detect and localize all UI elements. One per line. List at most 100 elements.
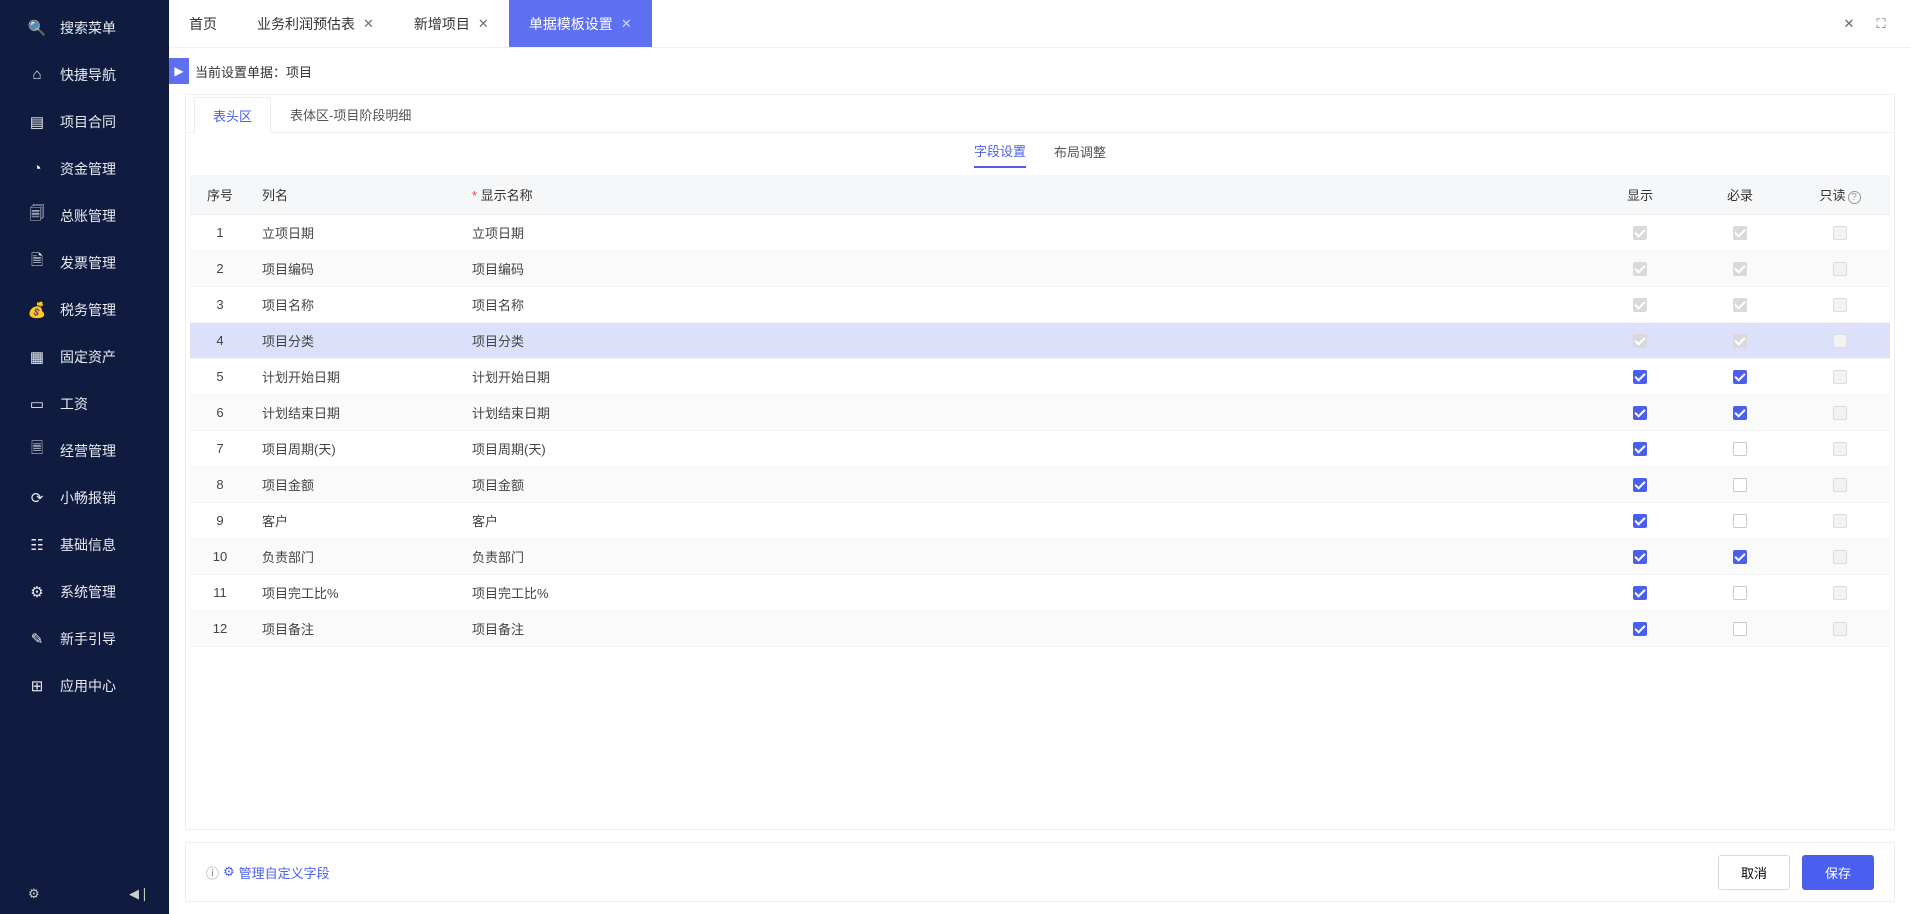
cell-readonly	[1790, 467, 1890, 503]
checkbox[interactable]	[1733, 442, 1747, 456]
sidebar-item-2[interactable]: ▤项目合同	[0, 98, 169, 145]
table-row[interactable]: 11项目完工比%项目完工比%	[190, 575, 1890, 611]
table-row[interactable]: 5计划开始日期计划开始日期	[190, 359, 1890, 395]
cell-seq: 2	[190, 251, 250, 287]
checkbox[interactable]	[1633, 442, 1647, 456]
close-icon[interactable]: ✕	[478, 16, 489, 32]
checkbox[interactable]	[1733, 406, 1747, 420]
close-icon[interactable]: ✕	[621, 16, 632, 32]
tab-1[interactable]: 业务利润预估表✕	[237, 0, 394, 47]
cell-display[interactable]: 立项日期	[460, 215, 1590, 251]
sub-tab-0[interactable]: 字段设置	[974, 141, 1026, 168]
manage-custom-fields-link[interactable]: ⚙管理自定义字段	[223, 863, 330, 882]
cell-show	[1590, 287, 1690, 323]
tab-3[interactable]: 单据模板设置✕	[509, 0, 652, 47]
sidebar-item-12[interactable]: ⚙系统管理	[0, 568, 169, 615]
checkbox[interactable]	[1733, 622, 1747, 636]
collapse-icon[interactable]: ◀❘	[129, 886, 145, 902]
sidebar-icon: 🗎	[28, 254, 46, 272]
checkbox[interactable]	[1733, 478, 1747, 492]
tab-0[interactable]: 首页	[169, 0, 237, 47]
cell-display[interactable]: 计划结束日期	[460, 395, 1590, 431]
cell-readonly	[1790, 575, 1890, 611]
sidebar: 🔍搜索菜单⌂快捷导航▤项目合同◔资金管理🗐总账管理 🗎 发票管理 💰税务管理▦固定资产…	[0, 0, 169, 914]
checkbox[interactable]	[1733, 370, 1747, 384]
table-row[interactable]: 1立项日期立项日期	[190, 215, 1890, 251]
save-button[interactable]: 保存	[1802, 855, 1874, 890]
sidebar-icon: ☷	[28, 536, 46, 554]
sidebar-item-5[interactable]: 🗎 发票管理	[0, 239, 169, 286]
close-icon[interactable]: ✕	[363, 16, 374, 32]
table-row[interactable]: 4项目分类项目分类	[190, 323, 1890, 359]
sidebar-item-label: 发票管理	[60, 253, 116, 273]
cell-display[interactable]: 项目金额	[460, 467, 1590, 503]
sidebar-item-10[interactable]: ⟳小畅报销	[0, 474, 169, 521]
cancel-button[interactable]: 取消	[1718, 855, 1790, 890]
cell-readonly	[1790, 503, 1890, 539]
panel-tab-1[interactable]: 表体区-项目阶段明细	[271, 96, 430, 132]
checkbox[interactable]	[1633, 406, 1647, 420]
checkbox	[1733, 262, 1747, 276]
table-row[interactable]: 8项目金额项目金额	[190, 467, 1890, 503]
checkbox[interactable]	[1633, 550, 1647, 564]
checkbox[interactable]	[1633, 478, 1647, 492]
cell-name: 立项日期	[250, 215, 460, 251]
table-row[interactable]: 7项目周期(天)项目周期(天)	[190, 431, 1890, 467]
close-all-icon[interactable]: ✕	[1835, 10, 1863, 38]
sidebar-item-6[interactable]: 💰税务管理	[0, 286, 169, 333]
cell-display[interactable]: 项目完工比%	[460, 575, 1590, 611]
sidebar-item-label: 税务管理	[60, 300, 116, 320]
sidebar-item-9[interactable]: 🗏经营管理	[0, 427, 169, 474]
cell-show	[1590, 575, 1690, 611]
cell-required	[1690, 539, 1790, 575]
table-row[interactable]: 3项目名称项目名称	[190, 287, 1890, 323]
checkbox[interactable]	[1733, 550, 1747, 564]
sidebar-item-8[interactable]: ▭工资	[0, 380, 169, 427]
table-row[interactable]: 12项目备注项目备注	[190, 611, 1890, 647]
cell-readonly	[1790, 359, 1890, 395]
sidebar-item-13[interactable]: ✎新手引导	[0, 615, 169, 662]
checkbox	[1833, 370, 1847, 384]
sidebar-item-label: 固定资产	[60, 347, 116, 367]
cell-display[interactable]: 项目名称	[460, 287, 1590, 323]
settings-icon[interactable]: ⚙	[28, 886, 44, 902]
table-row[interactable]: 2项目编码项目编码	[190, 251, 1890, 287]
checkbox[interactable]	[1733, 586, 1747, 600]
cell-required	[1690, 503, 1790, 539]
sidebar-item-14[interactable]: ⊞应用中心	[0, 662, 169, 709]
checkbox[interactable]	[1633, 370, 1647, 384]
fullscreen-icon[interactable]: ⛶	[1867, 10, 1895, 38]
sub-tab-1[interactable]: 布局调整	[1054, 142, 1106, 167]
cell-name: 项目编码	[250, 251, 460, 287]
cell-required	[1690, 467, 1790, 503]
badge-text: 当前设置单据：项目	[195, 62, 312, 81]
sidebar-item-3[interactable]: ◔资金管理	[0, 145, 169, 192]
sidebar-item-label: 系统管理	[60, 582, 116, 602]
table-row[interactable]: 10负责部门负责部门	[190, 539, 1890, 575]
cell-display[interactable]: 负责部门	[460, 539, 1590, 575]
checkbox[interactable]	[1633, 622, 1647, 636]
cell-display[interactable]: 项目周期(天)	[460, 431, 1590, 467]
sidebar-item-4[interactable]: 🗐总账管理	[0, 192, 169, 239]
sidebar-item-11[interactable]: ☷基础信息	[0, 521, 169, 568]
sidebar-item-1[interactable]: ⌂快捷导航	[0, 51, 169, 98]
cell-display[interactable]: 项目分类	[460, 323, 1590, 359]
table-row[interactable]: 9客户客户	[190, 503, 1890, 539]
checkbox[interactable]	[1633, 514, 1647, 528]
help-icon[interactable]: ⓘ	[206, 863, 219, 882]
tab-2[interactable]: 新增项目✕	[394, 0, 509, 47]
cell-display[interactable]: 项目编码	[460, 251, 1590, 287]
sidebar-item-0[interactable]: 🔍搜索菜单	[0, 4, 169, 51]
panel-tab-0[interactable]: 表头区	[194, 97, 271, 133]
help-icon[interactable]: ?	[1848, 191, 1861, 204]
cell-show	[1590, 215, 1690, 251]
table-row[interactable]: 6计划结束日期计划结束日期	[190, 395, 1890, 431]
cell-display[interactable]: 客户	[460, 503, 1590, 539]
checkbox[interactable]	[1733, 514, 1747, 528]
checkbox[interactable]	[1633, 586, 1647, 600]
cell-display[interactable]: 计划开始日期	[460, 359, 1590, 395]
sidebar-item-7[interactable]: ▦固定资产	[0, 333, 169, 380]
cell-display[interactable]: 项目备注	[460, 611, 1590, 647]
cell-seq: 7	[190, 431, 250, 467]
cell-show	[1590, 359, 1690, 395]
